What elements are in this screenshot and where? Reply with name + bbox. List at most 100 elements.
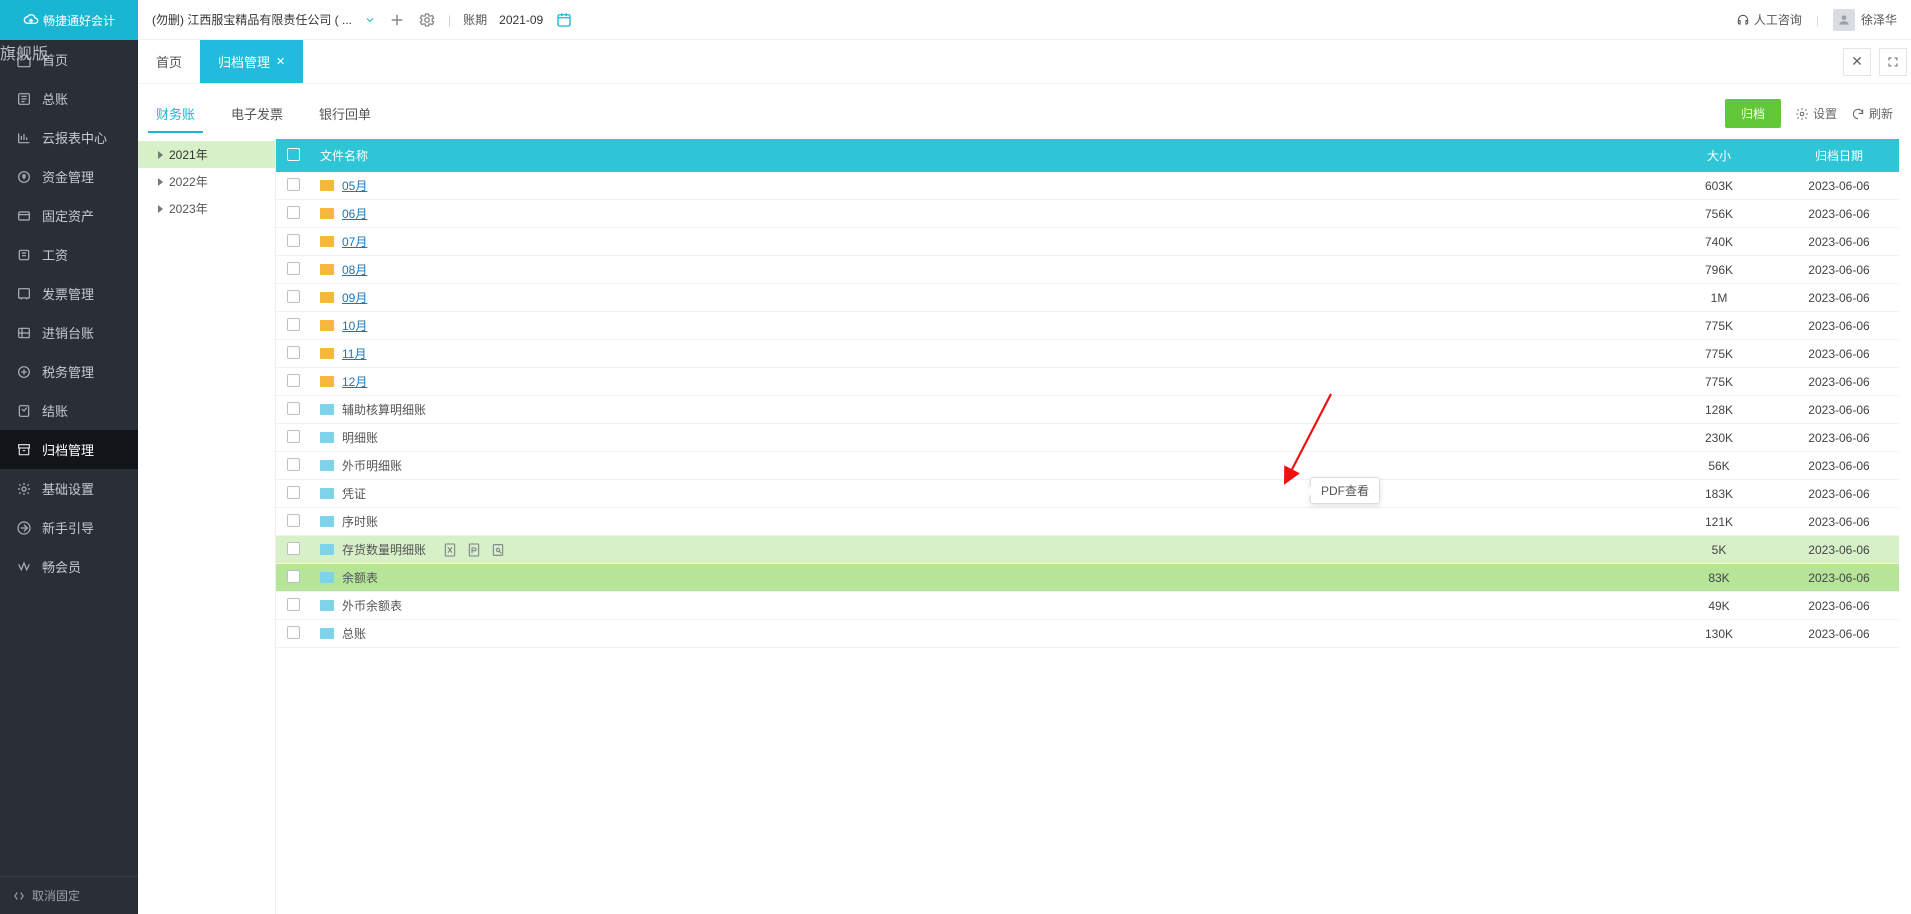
tree-item-0[interactable]: 2021年 [138, 141, 275, 168]
pdf-view-icon[interactable] [490, 542, 506, 558]
table-row[interactable]: 外币余额表49K2023-06-06 [276, 592, 1899, 620]
excel-download-icon[interactable] [442, 542, 458, 558]
row-checkbox[interactable] [287, 570, 300, 583]
row-checkbox[interactable] [287, 346, 300, 359]
archive-button[interactable]: 归档 [1725, 99, 1781, 128]
vip-icon [16, 559, 32, 575]
file-link[interactable]: 10月 [342, 317, 367, 334]
calendar-icon[interactable] [555, 11, 573, 29]
sidebar-item-7[interactable]: 进销台账 [0, 313, 138, 352]
file-date: 2023-06-06 [1779, 564, 1899, 592]
add-icon[interactable] [388, 11, 406, 29]
sidebar-item-label: 结账 [42, 401, 68, 420]
table-row[interactable]: 05月603K2023-06-06 [276, 172, 1899, 200]
row-checkbox[interactable] [287, 234, 300, 247]
consult-button[interactable]: 人工咨询 [1736, 11, 1802, 28]
file-date: 2023-06-06 [1779, 228, 1899, 256]
user-menu[interactable]: 徐泽华 [1833, 9, 1897, 31]
fullscreen-button[interactable] [1879, 48, 1907, 76]
table-row[interactable]: 余额表83K2023-06-06 [276, 564, 1899, 592]
file-link[interactable]: 12月 [342, 373, 367, 390]
file-size: 5K [1659, 536, 1779, 564]
folder-icon [320, 208, 334, 219]
pdf-download-icon[interactable] [466, 542, 482, 558]
sidebar-item-13[interactable]: 畅会员 [0, 547, 138, 586]
row-checkbox[interactable] [287, 458, 300, 471]
folder-icon [320, 292, 334, 303]
sidebar-item-3[interactable]: 资金管理 [0, 157, 138, 196]
table-row[interactable]: 外币明细账56K2023-06-06 [276, 452, 1899, 480]
sub-tab-2[interactable]: 银行回单 [301, 94, 389, 133]
file-size: 56K [1659, 452, 1779, 480]
table-row[interactable]: 12月775K2023-06-06 [276, 368, 1899, 396]
table-row[interactable]: 辅助核算明细账128K2023-06-06 [276, 396, 1899, 424]
table-row[interactable]: 存货数量明细账5K2023-06-06 [276, 536, 1899, 564]
gear-icon[interactable] [418, 11, 436, 29]
file-link[interactable]: 07月 [342, 233, 367, 250]
sidebar-item-6[interactable]: 发票管理 [0, 274, 138, 313]
sidebar-unpin[interactable]: 取消固定 [0, 876, 138, 914]
sub-tab-1[interactable]: 电子发票 [213, 94, 301, 133]
page-tab-0[interactable]: 首页 [138, 40, 200, 83]
row-checkbox[interactable] [287, 430, 300, 443]
sub-tab-0[interactable]: 财务账 [138, 94, 213, 133]
archive-icon [16, 442, 32, 458]
table-row[interactable]: 08月796K2023-06-06 [276, 256, 1899, 284]
file-link[interactable]: 06月 [342, 205, 367, 222]
row-checkbox[interactable] [287, 514, 300, 527]
row-checkbox[interactable] [287, 178, 300, 191]
table-row[interactable]: 10月775K2023-06-06 [276, 312, 1899, 340]
sidebar-item-9[interactable]: 结账 [0, 391, 138, 430]
sidebar-item-1[interactable]: 总账 [0, 79, 138, 118]
settings-button[interactable]: 设置 [1795, 105, 1837, 122]
row-checkbox[interactable] [287, 374, 300, 387]
close-tabs-button[interactable]: ✕ [1843, 48, 1871, 76]
table-row[interactable]: 09月1M2023-06-06 [276, 284, 1899, 312]
row-checkbox[interactable] [287, 402, 300, 415]
file-date: 2023-06-06 [1779, 340, 1899, 368]
table-row[interactable]: 凭证183K2023-06-06 [276, 480, 1899, 508]
file-name: 存货数量明细账 [342, 541, 426, 558]
file-size: 128K [1659, 396, 1779, 424]
file-link[interactable]: 09月 [342, 289, 367, 306]
sidebar-item-10[interactable]: 归档管理 [0, 430, 138, 469]
row-checkbox[interactable] [287, 318, 300, 331]
file-size: 130K [1659, 620, 1779, 648]
file-size: 740K [1659, 228, 1779, 256]
row-checkbox[interactable] [287, 262, 300, 275]
file-link[interactable]: 05月 [342, 177, 367, 194]
table-row[interactable]: 07月 740K2023-06-06 [276, 228, 1899, 256]
close-icon[interactable]: ✕ [276, 55, 285, 68]
row-checkbox[interactable] [287, 598, 300, 611]
stock-icon [16, 325, 32, 341]
row-checkbox[interactable] [287, 542, 300, 555]
period-value[interactable]: 2021-09 [499, 13, 543, 27]
table-row[interactable]: 序时账121K2023-06-06 [276, 508, 1899, 536]
refresh-button[interactable]: 刷新 [1851, 105, 1893, 122]
table-row[interactable]: 06月756K2023-06-06 [276, 200, 1899, 228]
folder-icon [320, 180, 334, 191]
sidebar-item-2[interactable]: 云报表中心 [0, 118, 138, 157]
row-checkbox[interactable] [287, 206, 300, 219]
table-row[interactable]: 明细账230K2023-06-06 [276, 424, 1899, 452]
sidebar-item-8[interactable]: 税务管理 [0, 352, 138, 391]
pdf-view-tooltip: PDF查看 [1310, 477, 1380, 504]
tree-item-2[interactable]: 2023年 [138, 195, 275, 222]
tree-item-1[interactable]: 2022年 [138, 168, 275, 195]
file-link[interactable]: 11月 [342, 345, 366, 362]
chevron-down-icon[interactable] [364, 14, 376, 26]
file-link[interactable]: 08月 [342, 261, 367, 278]
sidebar-item-5[interactable]: 工资 [0, 235, 138, 274]
row-checkbox[interactable] [287, 290, 300, 303]
sidebar-item-11[interactable]: 基础设置 [0, 469, 138, 508]
row-checkbox[interactable] [287, 486, 300, 499]
table-row[interactable]: 总账130K2023-06-06 [276, 620, 1899, 648]
row-checkbox[interactable] [287, 626, 300, 639]
col-checkbox[interactable] [276, 139, 310, 172]
sidebar-item-4[interactable]: 固定资产 [0, 196, 138, 235]
table-row[interactable]: 11月775K2023-06-06 [276, 340, 1899, 368]
col-date: 归档日期 [1779, 139, 1899, 172]
sidebar-item-12[interactable]: 新手引导 [0, 508, 138, 547]
company-selector[interactable]: (勿删) 江西服宝精品有限责任公司 ( ... [152, 11, 352, 28]
page-tab-1[interactable]: 归档管理✕ [200, 40, 303, 83]
